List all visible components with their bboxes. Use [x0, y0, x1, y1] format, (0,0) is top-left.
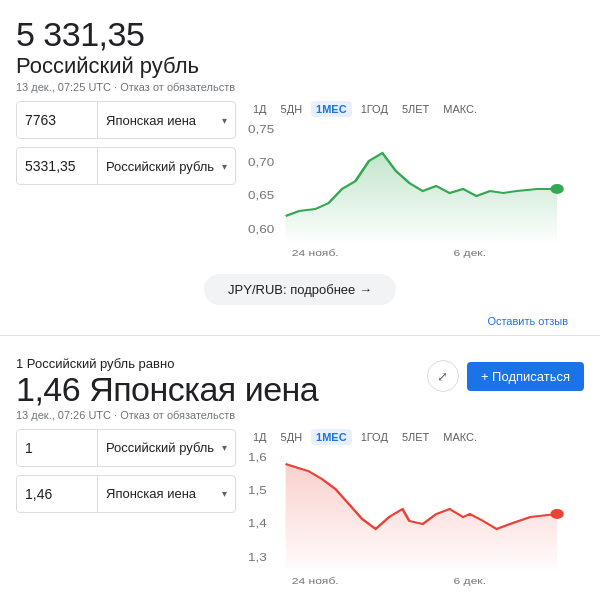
- input-row-1a[interactable]: Японская иена ▾: [16, 101, 236, 139]
- tab-1m[interactable]: 1МЕС: [311, 101, 352, 117]
- subtitle-2: 13 дек., 07:26 UTC · Отказ от обязательс…: [16, 409, 318, 421]
- currency-select-1b[interactable]: Российский рубль ▾: [98, 151, 235, 182]
- chart-col-1: 1Д 5ДН 1МЕС 1ГОД 5ЛЕТ МАКС. 0,75 0,70 0,…: [248, 101, 584, 264]
- svg-text:0,65: 0,65: [248, 190, 275, 202]
- svg-text:6 дек.: 6 дек.: [454, 575, 487, 585]
- input-row-2a[interactable]: Российский рубль ▾: [16, 429, 236, 467]
- svg-text:1,4: 1,4: [248, 517, 267, 529]
- svg-text:1,3: 1,3: [248, 551, 267, 563]
- svg-text:0,60: 0,60: [248, 224, 275, 236]
- svg-text:6 дек.: 6 дек.: [454, 248, 487, 258]
- svg-text:1,5: 1,5: [248, 484, 267, 496]
- tab-5d[interactable]: 5ДН: [276, 101, 308, 117]
- rate-display-1: 5 331,35 Российский рубль 13 дек., 07:25…: [16, 16, 584, 93]
- svg-text:0,75: 0,75: [248, 124, 275, 136]
- currency-select-2a[interactable]: Российский рубль ▾: [98, 432, 235, 463]
- currency-label-1b: Российский рубль: [106, 159, 214, 174]
- jpy-rub-more-button[interactable]: JPY/RUB: подробнее →: [204, 274, 396, 305]
- tab2-1y[interactable]: 1ГОД: [356, 429, 393, 445]
- section2-inner: Российский рубль ▾ Японская иена ▾ 1Д 5Д…: [16, 429, 584, 592]
- subscribe-label: + Подписаться: [481, 369, 570, 384]
- tab2-5y[interactable]: 5ЛЕТ: [397, 429, 434, 445]
- left-col-2: Российский рубль ▾ Японская иена ▾: [16, 429, 236, 592]
- chevron-icon-2b: ▾: [222, 488, 227, 499]
- more-label-1: JPY/RUB: подробнее →: [228, 282, 372, 297]
- svg-point-13: [550, 509, 563, 519]
- tab-max[interactable]: МАКС.: [438, 101, 482, 117]
- small-label-2: 1 Российский рубль равно: [16, 356, 318, 371]
- tab2-1d[interactable]: 1Д: [248, 429, 272, 445]
- currency-label-1a: Японская иена: [106, 113, 196, 128]
- more-btn-1[interactable]: JPY/RUB: подробнее →: [16, 264, 584, 311]
- tab-5y[interactable]: 5ЛЕТ: [397, 101, 434, 117]
- share-button[interactable]: ⤢: [427, 360, 459, 392]
- svg-marker-12: [286, 464, 557, 569]
- tab2-max[interactable]: МАКС.: [438, 429, 482, 445]
- currency-label-2a: Российский рубль: [106, 440, 214, 455]
- chart-col-2: 1Д 5ДН 1МЕС 1ГОД 5ЛЕТ МАКС. 1,6 1,5 1,4 …: [248, 429, 584, 592]
- chart-svg-1: 0,75 0,70 0,65 0,60 24 нояб. 6 дек.: [248, 121, 584, 261]
- svg-text:24 нояб.: 24 нояб.: [292, 248, 339, 258]
- svg-marker-4: [286, 153, 557, 241]
- currency-label-2b: Японская иена: [106, 486, 196, 501]
- subtitle-1: 13 дек., 07:25 UTC · Отказ от обязательс…: [16, 81, 584, 93]
- feedback-1[interactable]: Оставить отзыв: [16, 311, 584, 335]
- currency-select-1a[interactable]: Японская иена ▾: [98, 105, 235, 136]
- amount-input-1a[interactable]: [17, 104, 97, 136]
- amount-input-2a[interactable]: [17, 432, 97, 464]
- tab-1y[interactable]: 1ГОД: [356, 101, 393, 117]
- tab-1d[interactable]: 1Д: [248, 101, 272, 117]
- svg-text:1,6: 1,6: [248, 451, 267, 463]
- currency-name-2: Японская иена: [89, 370, 318, 408]
- svg-text:24 нояб.: 24 нояб.: [292, 575, 339, 585]
- svg-text:0,70: 0,70: [248, 157, 275, 169]
- section2-header-right: ⤢ + Подписаться: [427, 360, 584, 392]
- section2-header-left: 1 Российский рубль равно 1,46 Японская и…: [16, 356, 318, 428]
- currency-name-1: Российский рубль: [16, 53, 584, 79]
- section2-header: 1 Российский рубль равно 1,46 Японская и…: [16, 356, 584, 428]
- tab2-5d[interactable]: 5ДН: [276, 429, 308, 445]
- chevron-icon-1b: ▾: [222, 161, 227, 172]
- time-tabs-1: 1Д 5ДН 1МЕС 1ГОД 5ЛЕТ МАКС.: [248, 101, 584, 117]
- big-rate-1: 5 331,35: [16, 16, 584, 53]
- more-btn-2[interactable]: RUB/JPY: подробнее →: [16, 592, 584, 600]
- amount-input-2b[interactable]: [17, 478, 97, 510]
- chart-svg-2: 1,6 1,5 1,4 1,3 24 нояб. 6 дек.: [248, 449, 584, 589]
- subscribe-button[interactable]: + Подписаться: [467, 362, 584, 391]
- chevron-icon-2a: ▾: [222, 442, 227, 453]
- section-rub-jpy: 1 Российский рубль равно 1,46 Японская и…: [0, 340, 600, 600]
- left-col-1: Японская иена ▾ Российский рубль ▾: [16, 101, 236, 264]
- input-row-2b[interactable]: Японская иена ▾: [16, 475, 236, 513]
- section-jpy-rub: 5 331,35 Российский рубль 13 дек., 07:25…: [0, 0, 600, 336]
- time-tabs-2: 1Д 5ДН 1МЕС 1ГОД 5ЛЕТ МАКС.: [248, 429, 584, 445]
- big-rate-2: 1,46 Японская иена: [16, 371, 318, 408]
- chevron-icon-1a: ▾: [222, 115, 227, 126]
- tab2-1m[interactable]: 1МЕС: [311, 429, 352, 445]
- share-icon: ⤢: [437, 369, 448, 384]
- svg-point-5: [550, 184, 563, 194]
- currency-select-2b[interactable]: Японская иена ▾: [98, 478, 235, 509]
- section1-inner: Японская иена ▾ Российский рубль ▾ 1Д 5Д…: [16, 101, 584, 264]
- rate-value-2: 1,46: [16, 370, 80, 408]
- amount-input-1b[interactable]: [17, 150, 97, 182]
- input-row-1b[interactable]: Российский рубль ▾: [16, 147, 236, 185]
